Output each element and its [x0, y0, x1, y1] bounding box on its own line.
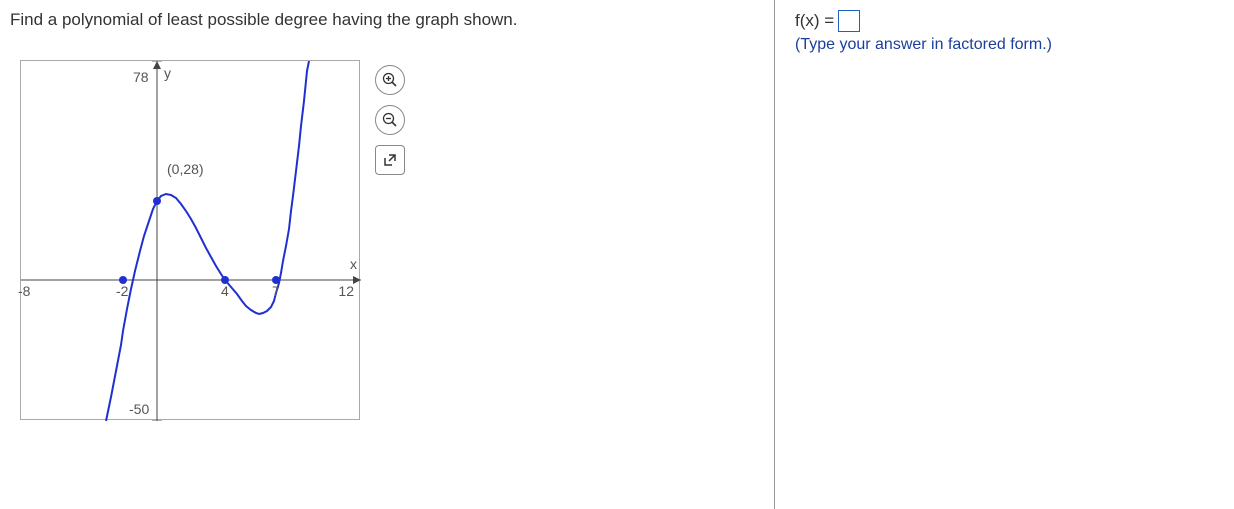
answer-prefix: f(x) = [795, 11, 834, 31]
popout-button[interactable] [375, 145, 405, 175]
zoom-in-icon [382, 72, 398, 88]
question-text: Find a polynomial of least possible degr… [10, 10, 774, 30]
x-tick-4: 4 [221, 283, 229, 299]
y-axis-label: y [164, 65, 171, 81]
graph-svg [21, 61, 361, 421]
x-max-label: 12 [338, 283, 354, 299]
y-min-label: -50 [129, 401, 149, 417]
x-axis-label: x [350, 256, 357, 272]
zoom-in-button[interactable] [375, 65, 405, 95]
x-tick-7: 7 [272, 283, 280, 299]
answer-input[interactable] [838, 10, 860, 32]
y-max-label: 78 [133, 69, 149, 85]
graph-box: y 78 -50 (0,28) -8 12 x -2 4 7 [20, 60, 360, 420]
x-min-label: -8 [18, 283, 30, 299]
answer-line: f(x) = [795, 10, 1234, 32]
popout-icon [383, 153, 397, 167]
zoom-out-button[interactable] [375, 105, 405, 135]
answer-hint: (Type your answer in factored form.) [795, 36, 1234, 54]
graph-area: y 78 -50 (0,28) -8 12 x -2 4 7 [10, 50, 370, 430]
zoom-out-icon [382, 112, 398, 128]
x-tick--2: -2 [116, 283, 128, 299]
y-intercept-label: (0,28) [167, 161, 204, 177]
